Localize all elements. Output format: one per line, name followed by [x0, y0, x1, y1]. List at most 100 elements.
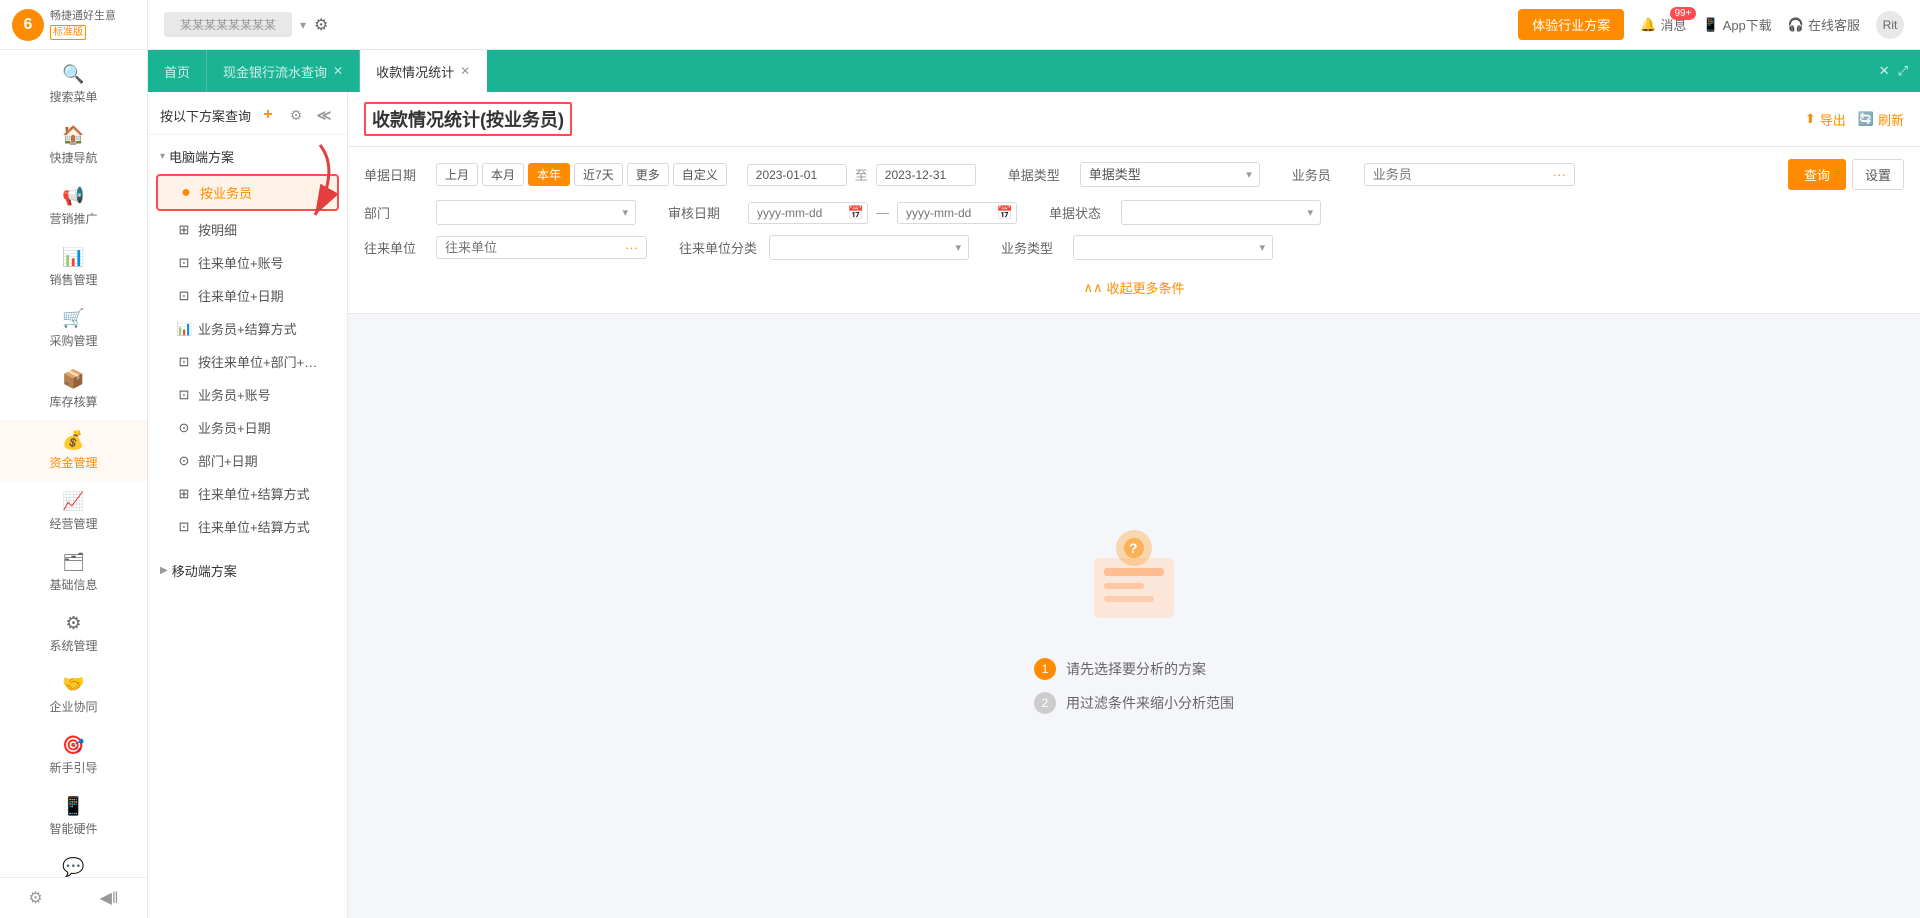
sidebar-item-enterprise[interactable]: 🤝 企业协同 [0, 664, 147, 725]
date-btn-this-month[interactable]: 本月 [482, 163, 524, 186]
panel-collapse-button[interactable]: ≪ [313, 104, 335, 126]
sidebar-item-sales[interactable]: 📊 销售管理 [0, 237, 147, 298]
business-type-select[interactable] [1073, 235, 1273, 260]
voucher-type-select[interactable]: 单据类型 [1080, 162, 1260, 187]
sidebar-item-smart-hw[interactable]: 📱 智能硬件 [0, 786, 147, 847]
notification-bell[interactable]: 🔔 消息 99+ [1640, 15, 1686, 34]
dept-select-wrap [436, 200, 636, 225]
scheme-unit-account[interactable]: ⊡ 往来单位+账号 [148, 246, 347, 279]
scheme-salesperson-settle[interactable]: 📊 业务员+结算方式 [148, 312, 347, 345]
date-from-input[interactable] [747, 164, 847, 186]
sidebar-item-finance[interactable]: 💰 资金管理 [0, 420, 147, 481]
online-support-link[interactable]: 🎧 在线客服 [1788, 15, 1860, 34]
date-range: 至 [747, 164, 976, 186]
refresh-button[interactable]: 🔄 刷新 [1858, 110, 1904, 129]
inventory-icon: 📦 [62, 369, 84, 390]
counterpart-category-select[interactable] [769, 235, 969, 260]
filter-settings-button[interactable]: 设置 [1852, 159, 1904, 190]
counterpart-input-wrap: ··· [436, 236, 647, 259]
logo-tag: 标准版 [50, 25, 86, 40]
scheme-salesperson-account[interactable]: ⊡ 业务员+账号 [148, 378, 347, 411]
voucher-status-select[interactable] [1121, 200, 1321, 225]
window-controls: ✕ ⤢ [1867, 63, 1920, 79]
mobile-icon: 📱 [1702, 17, 1718, 33]
operations-icon: 📈 [62, 491, 84, 512]
date-btn-more[interactable]: 更多 [627, 163, 669, 186]
sidebar-item-system[interactable]: ⚙ 系统管理 [0, 603, 147, 664]
business-type-label: 业务类型 [1001, 238, 1061, 257]
counterpart-more-icon[interactable]: ··· [625, 240, 638, 255]
voucher-date-label: 单据日期 [364, 165, 424, 184]
scheme-salesperson-date[interactable]: ⊙ 业务员+日期 [148, 411, 347, 444]
app-download-link[interactable]: 📱 App下载 [1702, 15, 1771, 34]
page-container: 按以下方案查询 + ⚙ ≪ ▾ 电脑端方案 ● 按业务员 ⊞ [148, 92, 1920, 918]
calendar-to-icon[interactable]: 📅 [997, 205, 1013, 221]
scheme-unit-date[interactable]: ⊡ 往来单位+日期 [148, 279, 347, 312]
sidebar-item-guide[interactable]: 🎯 新手引导 [0, 725, 147, 786]
salesperson-settle-icon: 📊 [176, 321, 192, 337]
basic-info-icon: 🗂 [62, 552, 85, 573]
breadcrumb-dropdown-icon[interactable]: ▾ [300, 18, 306, 32]
sidebar-item-inventory[interactable]: 📦 库存核算 [0, 359, 147, 420]
sidebar-item-purchase[interactable]: 🛒 采购管理 [0, 298, 147, 359]
sidebar-item-basic-info[interactable]: 🗂 基础信息 [0, 542, 147, 603]
scheme-settings-button[interactable]: ⚙ [285, 104, 307, 126]
logo-text: 畅捷通好生意 标准版 [50, 9, 116, 40]
tab-bank-flow[interactable]: 现金银行流水查询 ✕ [207, 50, 360, 92]
scheme-unit-settle1[interactable]: ⊞ 往来单位+结算方式 [148, 477, 347, 510]
support-icon: 🎧 [1788, 17, 1804, 33]
search-icon: 🔍 [62, 64, 84, 85]
left-panel-actions: + ⚙ ≪ [257, 104, 335, 126]
sidebar-item-quick-nav[interactable]: 🏠 快捷导航 [0, 115, 147, 176]
window-maximize-icon[interactable]: ⤢ [1898, 63, 1908, 79]
group-label: 电脑端方案 [169, 147, 234, 166]
salesperson-more-icon[interactable]: ··· [1553, 167, 1566, 182]
footer-collapse-icon[interactable]: ◀‖ [100, 888, 119, 908]
dept-select[interactable] [436, 200, 636, 225]
desktop-scheme-group-header[interactable]: ▾ 电脑端方案 [148, 141, 347, 172]
scheme-by-detail[interactable]: ⊞ 按明细 [148, 213, 347, 246]
tab-receipt-stats[interactable]: 收款情况统计 ✕ [360, 50, 487, 92]
filter-row-3: 往来单位 ··· 往来单位分类 业务类型 [364, 235, 1904, 260]
sidebar-item-search[interactable]: 🔍 搜索菜单 [0, 54, 147, 115]
footer-settings-icon[interactable]: ⚙ [28, 888, 42, 908]
user-avatar[interactable]: Rit [1876, 11, 1904, 39]
tab-receipt-stats-close-icon[interactable]: ✕ [460, 64, 470, 78]
counterpart-input[interactable] [445, 240, 621, 255]
scheme-by-salesperson[interactable]: ● 按业务员 [156, 174, 339, 211]
filter-row-2: 部门 审核日期 📅 — [364, 200, 1904, 225]
calendar-from-icon[interactable]: 📅 [848, 205, 864, 221]
mobile-group-label: 移动端方案 [172, 561, 237, 580]
trial-button[interactable]: 体验行业方案 [1518, 9, 1624, 40]
counterpart-category-select-wrap [769, 235, 969, 260]
date-to-input[interactable] [876, 164, 976, 186]
page-header-actions: ⬆ 导出 🔄 刷新 [1805, 110, 1904, 129]
date-btn-7days[interactable]: 近7天 [574, 163, 623, 186]
scheme-unit-dept-receipt[interactable]: ⊡ 按往来单位+部门+收... [148, 345, 347, 378]
mobile-scheme-group: ▶ 移动端方案 [148, 549, 347, 592]
unit-settle1-icon: ⊞ [176, 486, 192, 502]
page-title: 收款情况统计(按业务员) [364, 102, 572, 136]
sidebar-item-marketing[interactable]: 📢 营销推广 [0, 176, 147, 237]
sidebar-item-operations[interactable]: 📈 经营管理 [0, 481, 147, 542]
tab-bank-flow-close-icon[interactable]: ✕ [333, 64, 343, 78]
settings-icon[interactable]: ⚙ [314, 15, 328, 35]
date-separator: 至 [851, 165, 872, 184]
tab-home[interactable]: 首页 [148, 50, 207, 92]
query-button[interactable]: 查询 [1788, 159, 1846, 190]
date-btn-last-month[interactable]: 上月 [436, 163, 478, 186]
mobile-scheme-group-header[interactable]: ▶ 移动端方案 [148, 555, 347, 586]
salesperson-input[interactable] [1373, 167, 1549, 182]
header-left: 某某某某某某某某 ▾ ⚙ [164, 12, 328, 37]
date-btn-custom[interactable]: 自定义 [673, 163, 727, 186]
unit-date-icon: ⊡ [176, 288, 192, 304]
add-scheme-button[interactable]: + [257, 104, 279, 126]
left-panel-title: 按以下方案查询 [160, 106, 251, 125]
collapse-filter-button[interactable]: ∧∧ 收起更多条件 [364, 270, 1904, 301]
window-close-icon[interactable]: ✕ [1879, 63, 1890, 79]
sidebar-item-wechat[interactable]: 💬 企业微信 [0, 847, 147, 877]
scheme-dept-date[interactable]: ⊙ 部门+日期 [148, 444, 347, 477]
date-btn-this-year[interactable]: 本年 [528, 163, 570, 186]
scheme-unit-settle2[interactable]: ⊡ 往来单位+结算方式 [148, 510, 347, 543]
export-button[interactable]: ⬆ 导出 [1805, 110, 1846, 129]
